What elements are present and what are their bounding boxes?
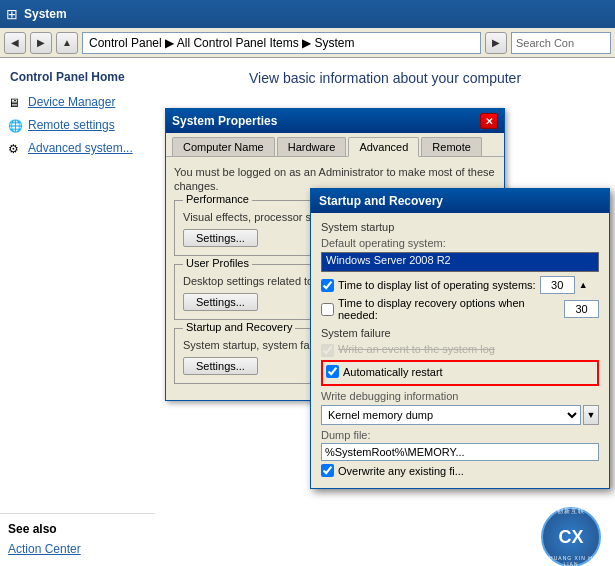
window-icon: ⊞ [6,6,18,22]
sidebar-item-device-manager[interactable]: 🖥 Device Manager [0,92,155,115]
tab-computer-name[interactable]: Computer Name [172,137,275,156]
auto-restart-label: Automatically restart [343,366,443,378]
auto-restart-highlight: Automatically restart [321,360,599,386]
sidebar-label-advanced-system: Advanced system... [28,141,133,157]
system-props-title: System Properties [172,114,277,128]
debug-dropdown[interactable]: Kernel memory dump [321,405,581,425]
watermark-circle: 创新互联 CX CHUANG XIN HU LIAN [541,507,601,566]
left-panel-main: Control Panel Home 🖥 Device Manager 🌐 Re… [0,58,155,513]
overwrite-row: Overwrite any existing fi... [321,464,599,477]
performance-settings-button[interactable]: Settings... [183,229,258,247]
remote-settings-icon: 🌐 [8,119,24,135]
left-panel-title: Control Panel Home [0,66,155,92]
sidebar-item-remote-settings[interactable]: 🌐 Remote settings [0,115,155,138]
system-props-close-button[interactable]: ✕ [480,113,498,129]
page-title: View basic information about your comput… [171,70,599,86]
see-also-title: See also [8,522,147,536]
search-box[interactable]: Search Con [511,32,611,54]
startup-recovery-dialog: Startup and Recovery System startup Defa… [310,188,610,489]
device-manager-icon: 🖥 [8,96,24,112]
search-text: Search Con [516,37,574,49]
user-profiles-group-label: User Profiles [183,257,252,269]
tab-remote[interactable]: Remote [421,137,482,156]
right-content: View basic information about your comput… [155,58,615,566]
default-os-dropdown[interactable]: Windows Server 2008 R2 [321,252,599,272]
watermark: 创新互联 CX CHUANG XIN HU LIAN [541,507,611,562]
watermark-top-text: 创新互联 [543,507,599,516]
dump-file-label: Dump file: [321,429,599,441]
tab-hardware[interactable]: Hardware [277,137,347,156]
action-center-link[interactable]: Action Center [8,540,147,558]
system-startup-label: System startup [321,221,599,233]
write-event-label: Write an event to the system log [338,343,495,355]
auto-restart-checkbox[interactable] [326,365,339,378]
startup-recovery-group-label: Startup and Recovery [183,321,295,333]
left-panel-footer: See also Action Center [0,513,155,566]
back-button[interactable]: ◀ [4,32,26,54]
sidebar-label-device-manager: Device Manager [28,95,115,111]
watermark-cx-text: CX [558,527,583,548]
startup-dialog-body: System startup Default operating system:… [311,213,609,488]
left-panel: Control Panel Home 🖥 Device Manager 🌐 Re… [0,58,155,566]
up-button[interactable]: ▲ [56,32,78,54]
dialog-tabs: Computer Name Hardware Advanced Remote [166,133,504,157]
display-recovery-seconds-input[interactable] [564,300,599,318]
sidebar-item-advanced-system[interactable]: ⚙ Advanced system... [0,138,155,161]
window-title: System [24,7,609,21]
default-os-label: Default operating system: [321,237,599,249]
user-profiles-settings-button[interactable]: Settings... [183,293,258,311]
tab-advanced[interactable]: Advanced [348,137,419,157]
display-list-row: Time to display list of operating system… [321,276,599,294]
sidebar-label-remote-settings: Remote settings [28,118,115,134]
spinner-up[interactable]: ▲ [579,280,588,290]
advanced-system-icon: ⚙ [8,142,24,158]
display-list-seconds-input[interactable] [540,276,575,294]
address-text: Control Panel ▶ All Control Panel Items … [89,36,354,50]
overwrite-label: Overwrite any existing fi... [338,465,464,477]
display-recovery-checkbox[interactable] [321,303,334,316]
dropdown-arrow-icon: ▼ [583,405,599,425]
address-box[interactable]: Control Panel ▶ All Control Panel Items … [82,32,481,54]
display-recovery-row: Time to display recovery options when ne… [321,297,599,321]
system-props-title-bar: System Properties ✕ [166,109,504,133]
startup-dialog-title: Startup and Recovery [311,189,609,213]
auto-restart-row: Automatically restart [326,365,594,378]
forward-button[interactable]: ▶ [30,32,52,54]
write-debug-label: Write debugging information [321,390,599,402]
performance-group-label: Performance [183,193,252,205]
display-recovery-label: Time to display recovery options when ne… [338,297,560,321]
main-area: Control Panel Home 🖥 Device Manager 🌐 Re… [0,58,615,566]
display-list-checkbox[interactable] [321,279,334,292]
system-failure-label: System failure [321,327,599,339]
display-list-label: Time to display list of operating system… [338,279,536,291]
overwrite-checkbox[interactable] [321,464,334,477]
address-bar: ◀ ▶ ▲ Control Panel ▶ All Control Panel … [0,28,615,58]
watermark-bottom-text: CHUANG XIN HU LIAN [543,555,599,566]
debug-dropdown-row: Kernel memory dump ▼ [321,405,599,425]
write-event-checkbox[interactable] [321,344,334,357]
title-bar: ⊞ System [0,0,615,28]
write-event-row: Write an event to the system log [321,343,599,357]
dump-file-input[interactable] [321,443,599,461]
startup-recovery-settings-button[interactable]: Settings... [183,357,258,375]
go-button[interactable]: ▶ [485,32,507,54]
